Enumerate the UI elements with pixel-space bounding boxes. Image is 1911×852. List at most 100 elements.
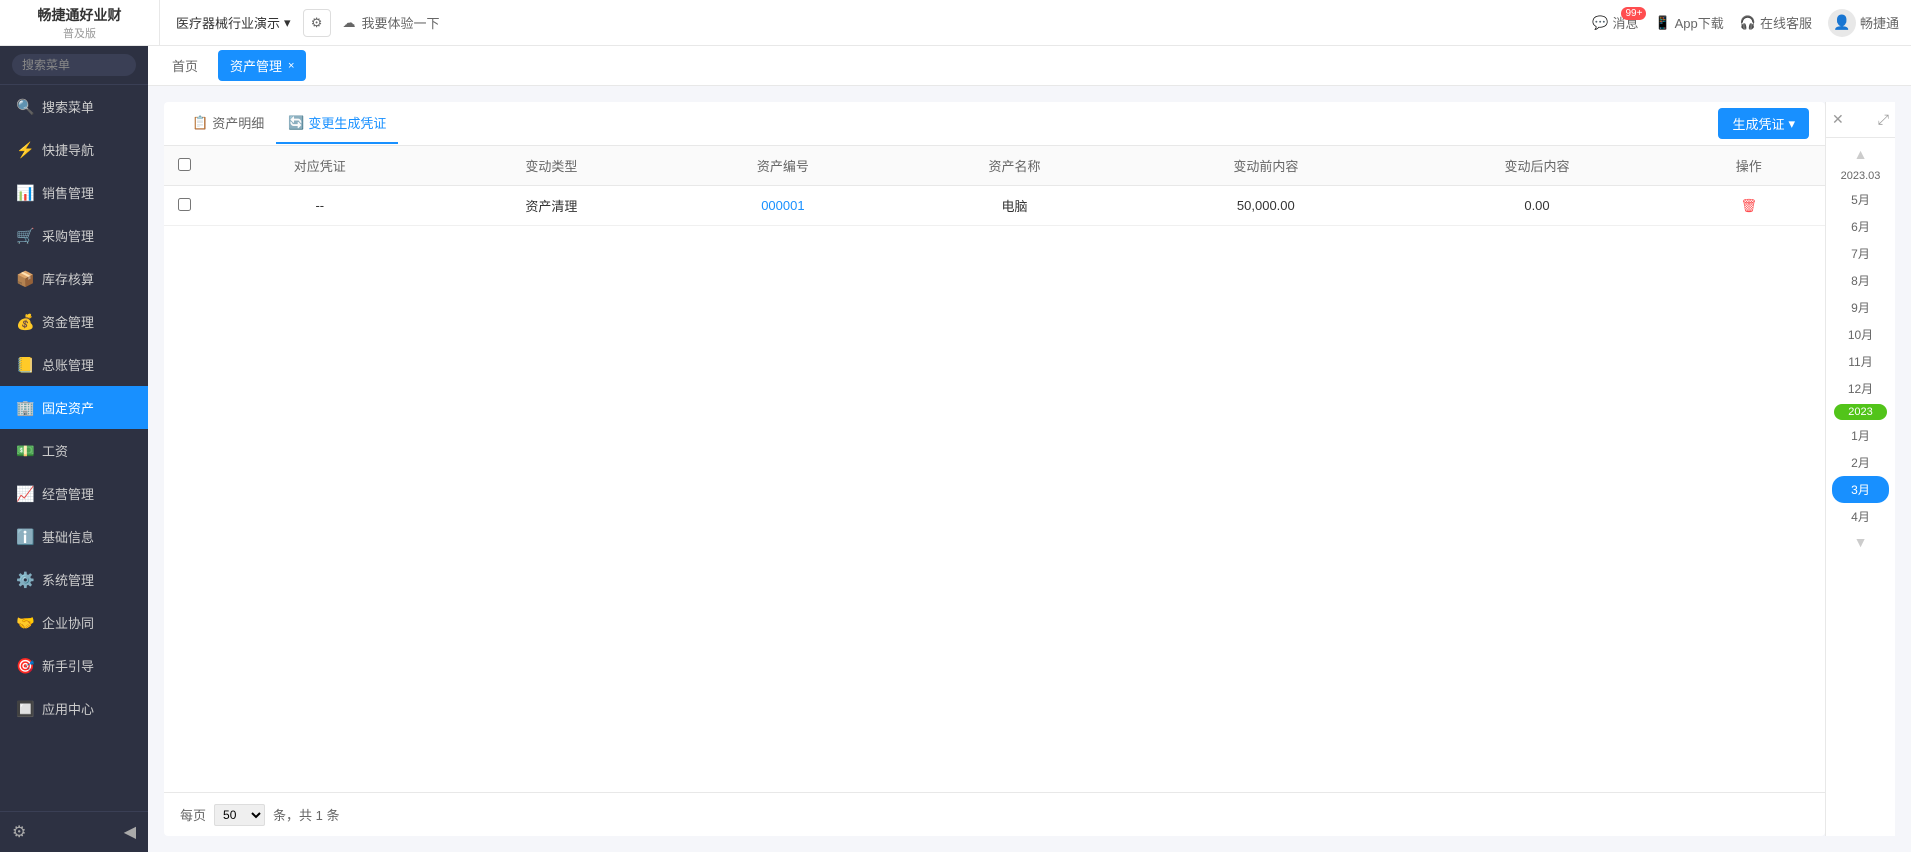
cell-asset-name: 电脑 xyxy=(899,186,1131,226)
sidebar-item-search[interactable]: 🔍 搜索菜单 xyxy=(0,85,148,128)
app-title: 畅捷通好业财 xyxy=(38,5,122,25)
tab-home[interactable]: 首页 xyxy=(160,50,210,81)
timeline-month-11[interactable]: 11月 xyxy=(1826,348,1895,375)
operations-icon: 📈 xyxy=(16,485,34,503)
user-area[interactable]: 👤 畅捷通 xyxy=(1828,9,1899,37)
chevron-down-icon: ▾ xyxy=(284,15,291,31)
sidebar-label-enterprise: 企业协同 xyxy=(42,613,94,632)
settings-button[interactable]: ⚙ xyxy=(303,9,331,37)
sidebar-item-sales[interactable]: 📊 销售管理 xyxy=(0,171,148,214)
quick-nav-icon: ⚡ xyxy=(16,141,34,159)
company-selector[interactable]: 医疗器械行业演示 ▾ xyxy=(176,13,291,32)
messages-button[interactable]: 💬 消息 99+ xyxy=(1592,13,1638,32)
sidebar-label-purchase: 采购管理 xyxy=(42,226,94,245)
experience-button[interactable]: ☁ 我要体验一下 xyxy=(343,13,440,32)
cell-asset-no[interactable]: 000001 xyxy=(667,186,899,226)
search-input[interactable] xyxy=(12,54,136,76)
sidebar-search-area xyxy=(0,46,148,85)
sidebar-item-guide[interactable]: 🎯 新手引导 xyxy=(0,644,148,687)
inner-tab1-label: 资产明细 xyxy=(212,113,264,132)
experience-icon: ☁ xyxy=(343,15,356,31)
logo-area: 畅捷通好业财 普及版 xyxy=(12,0,160,45)
sidebar-item-quick-nav[interactable]: ⚡ 快捷导航 xyxy=(0,128,148,171)
timeline: ▲ 2023.03 5月 6月 7月 8月 9月 10月 11月 12月 202… xyxy=(1826,138,1895,836)
generate-voucher-button[interactable]: 生成凭证 ▾ xyxy=(1718,108,1809,139)
sidebar-item-purchase[interactable]: 🛒 采购管理 xyxy=(0,214,148,257)
sidebar-menu: 🔍 搜索菜单 ⚡ 快捷导航 📊 销售管理 🛒 采购管理 📦 库存核算 💰 xyxy=(0,85,148,811)
sidebar-item-app-center[interactable]: 🔲 应用中心 xyxy=(0,687,148,730)
panel-expand-button[interactable]: ⤢ xyxy=(1878,111,1889,128)
per-page-label: 每页 xyxy=(180,805,206,824)
panel-close-button[interactable]: ✕ xyxy=(1832,111,1844,128)
select-all-checkbox[interactable] xyxy=(178,158,191,171)
cell-after-content: 0.00 xyxy=(1401,186,1672,226)
generate-btn-label: 生成凭证 xyxy=(1732,114,1784,133)
sidebar-label-fixed-assets: 固定资产 xyxy=(42,398,94,417)
sidebar-label-ledger: 总账管理 xyxy=(42,355,94,374)
tab-close-icon[interactable]: × xyxy=(288,60,294,72)
settings-bottom-icon[interactable]: ⚙ xyxy=(12,822,26,842)
company-name: 医疗器械行业演示 xyxy=(176,13,280,32)
col-before-content: 变动前内容 xyxy=(1130,146,1401,186)
timeline-month-9[interactable]: 9月 xyxy=(1826,294,1895,321)
timeline-year-2023[interactable]: 2023 xyxy=(1834,404,1887,420)
dropdown-arrow-icon: ▾ xyxy=(1788,116,1795,132)
timeline-month-5[interactable]: 5月 xyxy=(1826,186,1895,213)
col-after-content: 变动后内容 xyxy=(1401,146,1672,186)
timeline-top-year: 2023.03 xyxy=(1826,166,1895,186)
sidebar-item-ledger[interactable]: 📒 总账管理 xyxy=(0,343,148,386)
sidebar-label-quick-nav: 快捷导航 xyxy=(42,140,94,159)
timeline-month-2[interactable]: 2月 xyxy=(1826,449,1895,476)
tab-asset-mgmt[interactable]: 资产管理 × xyxy=(218,50,306,81)
timeline-down-button[interactable]: ▼ xyxy=(1826,530,1895,554)
inner-tab-asset-detail[interactable]: 📋 资产明细 xyxy=(180,103,276,144)
collapse-icon[interactable]: ◀ xyxy=(124,822,136,842)
timeline-month-8[interactable]: 8月 xyxy=(1826,267,1895,294)
header-checkbox-cell xyxy=(164,146,204,186)
download-icon: 📱 xyxy=(1654,15,1670,31)
total-count-label: 条，共 1 条 xyxy=(273,805,339,824)
timeline-month-1[interactable]: 1月 xyxy=(1826,422,1895,449)
sidebar-item-system[interactable]: ⚙️ 系统管理 xyxy=(0,558,148,601)
inner-tab-generate-voucher[interactable]: 🔄 变更生成凭证 xyxy=(276,103,398,144)
table-footer: 每页 10 20 50 100 条，共 1 条 xyxy=(164,792,1825,836)
app-download-button[interactable]: 📱 App下载 xyxy=(1654,13,1723,32)
online-service-button[interactable]: 🎧 在线客服 xyxy=(1740,13,1812,32)
timeline-month-4[interactable]: 4月 xyxy=(1826,503,1895,530)
panel-header: ✕ ⤢ xyxy=(1826,102,1895,138)
app-subtitle: 普及版 xyxy=(63,25,96,41)
timeline-month-12[interactable]: 12月 xyxy=(1826,375,1895,402)
inner-tab2-label: 变更生成凭证 xyxy=(308,113,386,132)
right-timeline-panel: ✕ ⤢ ▲ 2023.03 5月 6月 7月 8月 9月 10月 11月 12月… xyxy=(1825,102,1895,836)
messages-badge: 99+ xyxy=(1621,7,1646,20)
sidebar-label-search: 搜索菜单 xyxy=(42,97,94,116)
user-icon: 👤 xyxy=(1833,14,1850,31)
payroll-icon: 💵 xyxy=(16,442,34,460)
funds-icon: 💰 xyxy=(16,313,34,331)
sidebar-label-operations: 经营管理 xyxy=(42,484,94,503)
sidebar-item-payroll[interactable]: 💵 工资 xyxy=(0,429,148,472)
timeline-month-6[interactable]: 6月 xyxy=(1826,213,1895,240)
timeline-month-3[interactable]: 3月 xyxy=(1832,476,1889,503)
sidebar-label-basic-info: 基础信息 xyxy=(42,527,94,546)
header-middle: 医疗器械行业演示 ▾ ⚙ ☁ 我要体验一下 xyxy=(160,9,1592,37)
sidebar-label-inventory: 库存核算 xyxy=(42,269,94,288)
sales-icon: 📊 xyxy=(16,184,34,202)
row-checkbox[interactable] xyxy=(178,198,191,211)
top-header: 畅捷通好业财 普及版 医疗器械行业演示 ▾ ⚙ ☁ 我要体验一下 💬 消息 99… xyxy=(0,0,1911,46)
timeline-up-button[interactable]: ▲ xyxy=(1826,142,1895,166)
timeline-month-7[interactable]: 7月 xyxy=(1826,240,1895,267)
main-panel: 📋 资产明细 🔄 变更生成凭证 生成凭证 ▾ xyxy=(164,102,1825,836)
sidebar-item-enterprise[interactable]: 🤝 企业协同 xyxy=(0,601,148,644)
avatar: 👤 xyxy=(1828,9,1856,37)
per-page-select[interactable]: 10 20 50 100 xyxy=(214,804,265,826)
sidebar-item-operations[interactable]: 📈 经营管理 xyxy=(0,472,148,515)
delete-icon[interactable]: 🗑 xyxy=(1741,198,1758,213)
sidebar-item-funds[interactable]: 💰 资金管理 xyxy=(0,300,148,343)
username: 畅捷通 xyxy=(1860,13,1899,32)
cell-before-content: 50,000.00 xyxy=(1130,186,1401,226)
sidebar-item-fixed-assets[interactable]: 🏢 固定资产 xyxy=(0,386,148,429)
timeline-month-10[interactable]: 10月 xyxy=(1826,321,1895,348)
sidebar-item-basic-info[interactable]: ℹ️ 基础信息 xyxy=(0,515,148,558)
sidebar-item-inventory[interactable]: 📦 库存核算 xyxy=(0,257,148,300)
